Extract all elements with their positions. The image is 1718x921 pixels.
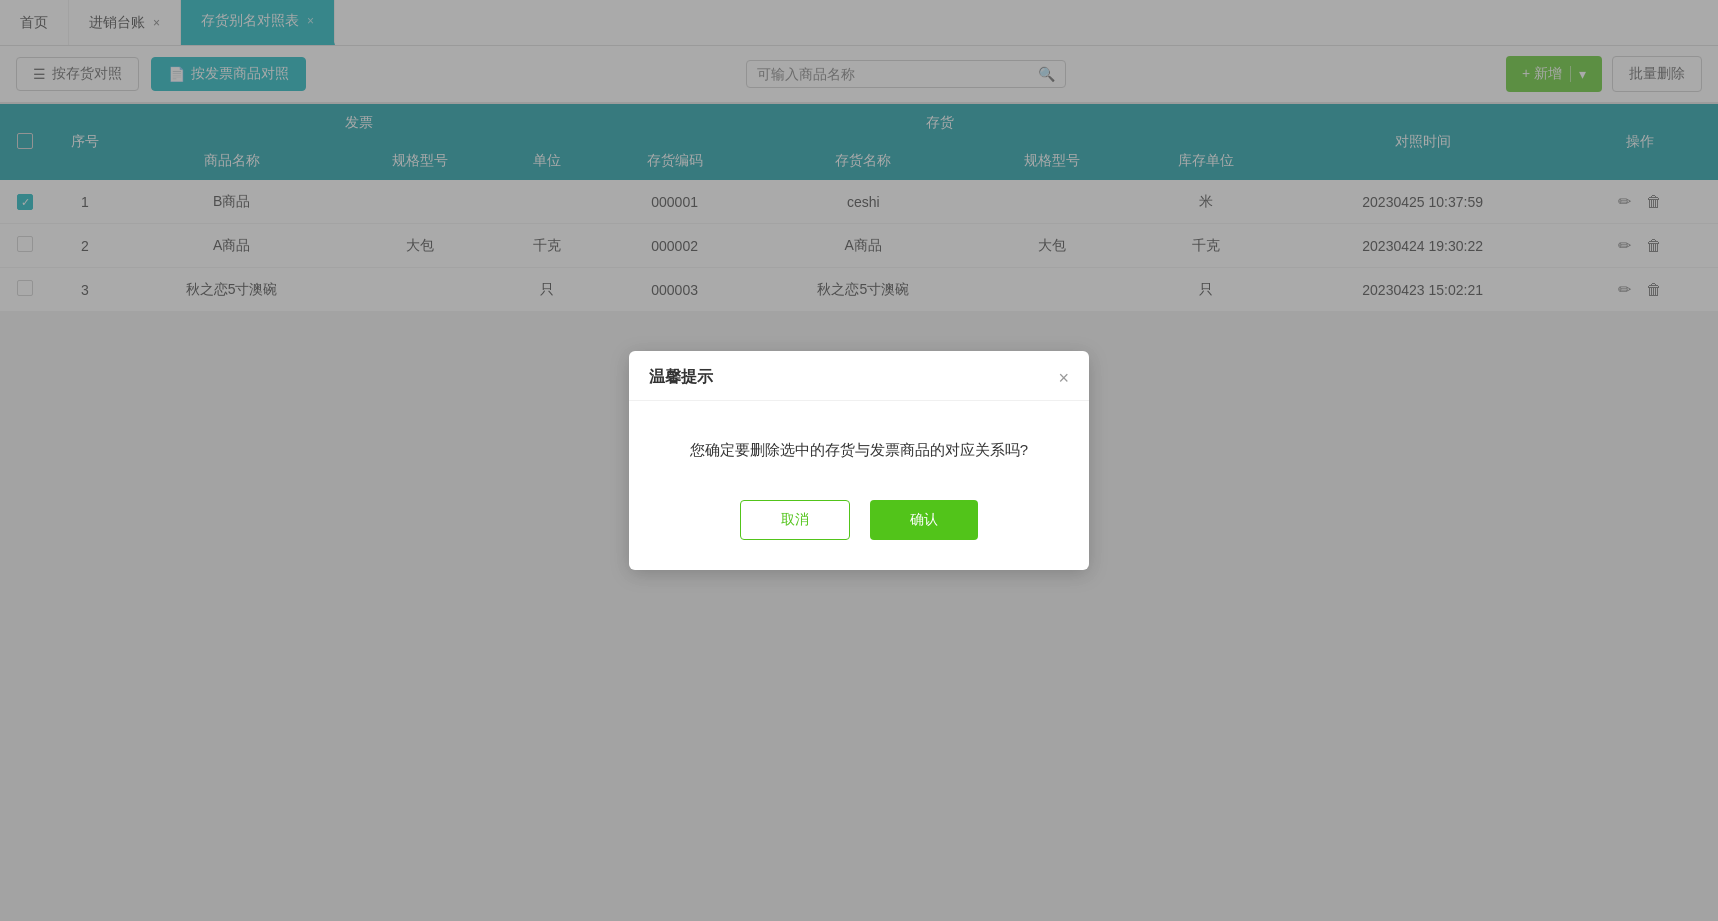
modal-overlay: 温馨提示 × 您确定要删除选中的存货与发票商品的对应关系吗? 取消 确认 xyxy=(0,0,1718,312)
